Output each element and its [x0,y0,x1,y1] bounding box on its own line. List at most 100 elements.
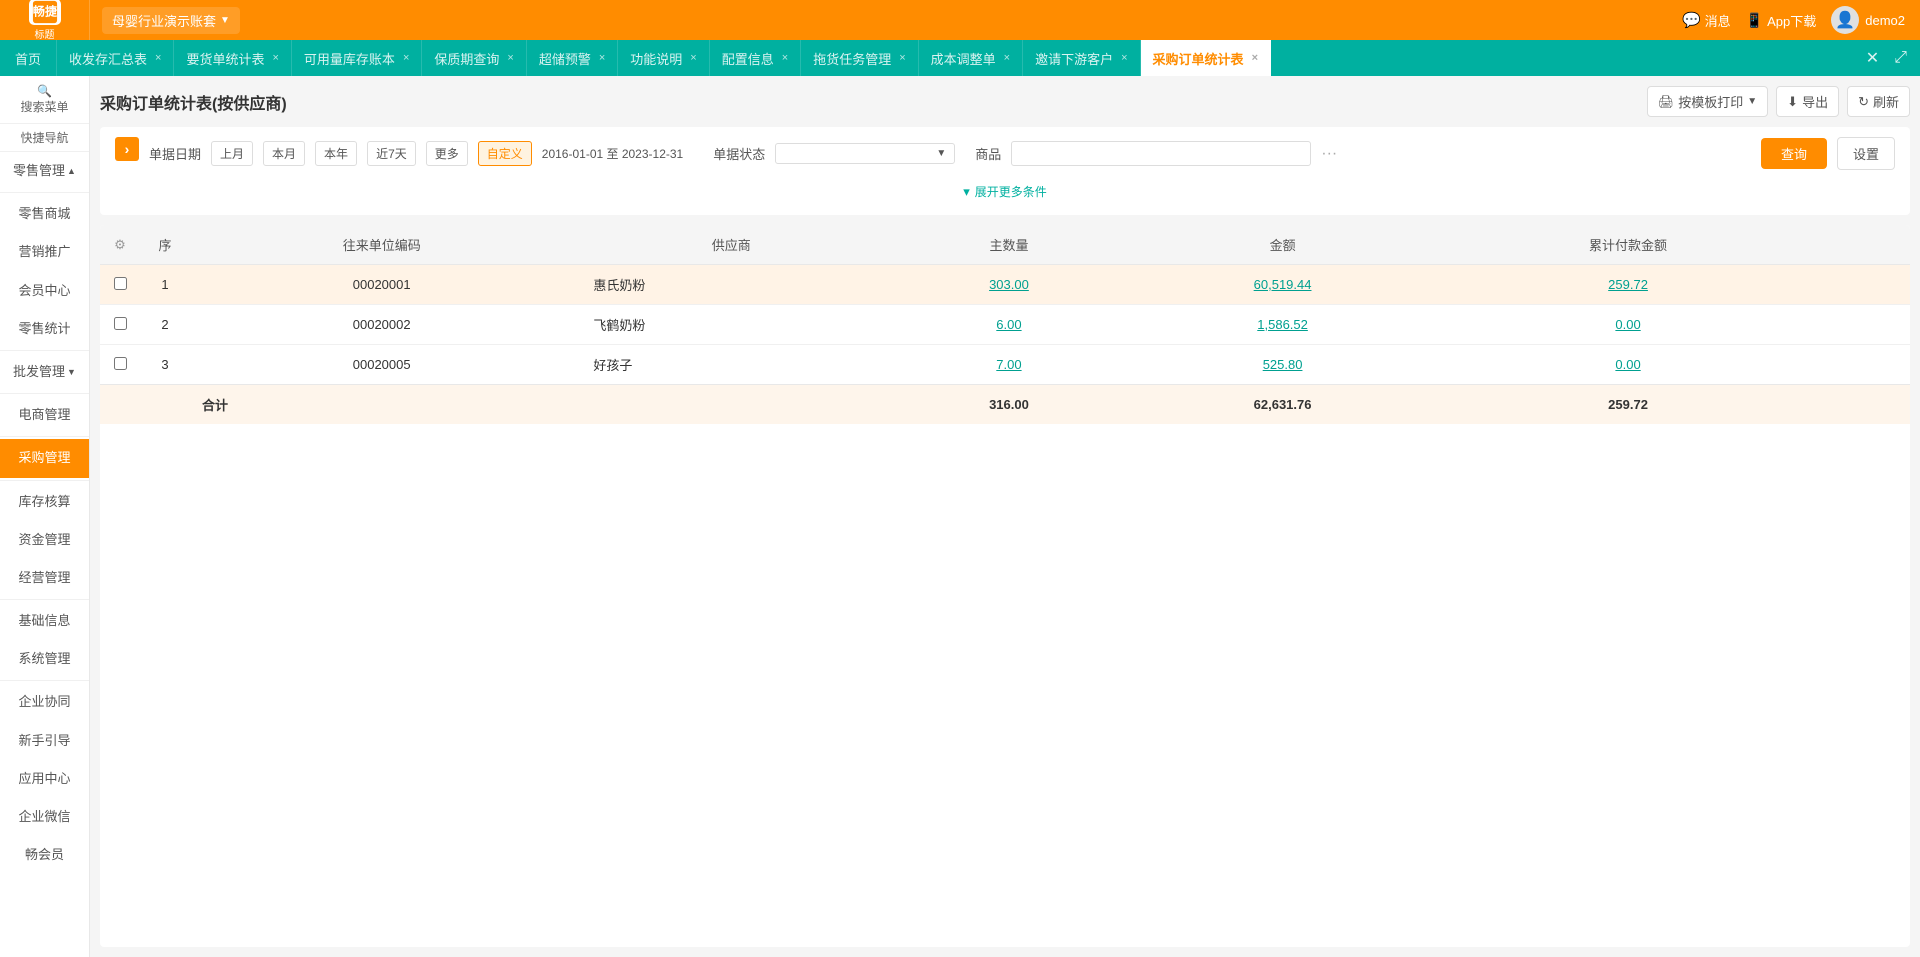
row-checkbox[interactable] [100,265,140,305]
sidebar-item-retail[interactable]: 零售管理 ▲ [0,152,89,190]
close-icon[interactable]: × [1121,52,1127,64]
chevron-icon: ▲ [67,165,76,178]
close-icon[interactable]: × [1004,52,1010,64]
date-btn-this-month[interactable]: 本月 [263,141,305,166]
sidebar-item-basic[interactable]: 基础信息 [0,602,89,640]
sidebar-item-collab[interactable]: 企业协同 [0,683,89,721]
sidebar-item-stock[interactable]: 库存核算 [0,483,89,521]
sidebar-item-retail-mall[interactable]: 零售商城 [0,195,89,233]
user-avatar[interactable]: 👤 demo2 [1831,6,1905,34]
tab-yaohuoDan[interactable]: 要货单统计表 × [174,40,291,76]
tab-chaochuyujing[interactable]: 超储预警 × [527,40,618,76]
search-label: 查询 [1781,147,1807,162]
row-amount[interactable]: 525.80 [1129,345,1437,385]
setting-label: 设置 [1853,147,1879,162]
sidebar-item-retail-stat[interactable]: 零售统计 [0,310,89,348]
search-button[interactable]: 查询 [1761,138,1827,169]
row-paid[interactable]: 259.72 [1436,265,1819,305]
maximize-icon[interactable]: ⤢ [1889,47,1912,69]
tab-gongneng[interactable]: 功能说明 × [618,40,709,76]
topbar: 畅捷 标题 母婴行业演示账套 ▼ 💬 消息 📱 App下载 👤 demo2 [0,0,1920,40]
sidebar-item-purchase[interactable]: 采购管理 [0,439,89,477]
chevron-down-icon: ▼ [220,15,230,26]
row-checkbox[interactable] [100,305,140,345]
filter-area: › 单据日期 上月 本月 本年 近7天 更多 自定义 2016-01-01 至 … [100,127,1910,215]
row-quantity[interactable]: 6.00 [889,305,1129,345]
sidebar-search[interactable]: 🔍 搜索菜单 [0,76,89,124]
setting-button[interactable]: 设置 [1837,137,1895,170]
sidebar-item-wholesale[interactable]: 批发管理 ▼ [0,353,89,391]
sidebar-item-member[interactable]: 会员中心 [0,272,89,310]
row-paid[interactable]: 0.00 [1436,305,1819,345]
goods-input[interactable] [1011,141,1311,166]
close-icon[interactable]: × [155,52,161,64]
table-row: 1 00020001 惠氏奶粉 303.00 60,519.44 259.72 [100,265,1910,305]
close-icon[interactable]: × [272,52,278,64]
row-amount[interactable]: 1,586.52 [1129,305,1437,345]
close-icon[interactable]: × [1252,52,1258,64]
sidebar-item-newguide[interactable]: 新手引导 [0,722,89,760]
tab-label: 要货单统计表 [186,49,264,68]
tab-label: 保质期查询 [434,49,499,68]
close-icon[interactable]: × [899,52,905,64]
sidebar-item-finance[interactable]: 资金管理 [0,521,89,559]
sidebar-item-ecommerce[interactable]: 电商管理 [0,396,89,434]
row-paid[interactable]: 0.00 [1436,345,1819,385]
filter-toggle-btn[interactable]: › [115,137,139,161]
logo-icon: 畅捷 [29,0,61,25]
close-icon[interactable]: × [690,52,696,64]
tab-peizhi[interactable]: 配置信息 × [710,40,801,76]
col-settings[interactable]: ⚙ [100,225,140,265]
tab-keyongliang[interactable]: 可用量库存账本 × [292,40,422,76]
close-icon[interactable]: × [599,52,605,64]
print-button[interactable]: 🖨 按模板打印 ▼ [1647,86,1768,117]
expand-btn[interactable]: ▾ 展开更多条件 [958,178,1052,205]
sidebar-item-label: 会员中心 [18,283,70,298]
tab-chengben[interactable]: 成本调整单 × [919,40,1023,76]
row-extra [1820,345,1910,385]
tab-baozhi[interactable]: 保质期查询 × [422,40,526,76]
app-download-btn[interactable]: 📱 App下载 [1746,11,1817,30]
status-select[interactable]: ▼ [775,143,955,164]
tab-caigoudan[interactable]: 采购订单统计表 × [1141,40,1271,76]
sidebar-quick-nav[interactable]: 快捷导航 [0,124,89,152]
sidebar-item-appcenter[interactable]: 应用中心 [0,760,89,798]
row-supplier-code: 00020002 [190,305,573,345]
avatar-icon: 👤 [1835,10,1855,30]
close-icon[interactable]: × [403,52,409,64]
tab-shofaHuizong[interactable]: 收发存汇总表 × [57,40,174,76]
row-supplier-code: 00020005 [190,345,573,385]
messages-btn[interactable]: 💬 消息 [1682,11,1731,30]
sidebar-item-marketing[interactable]: 营销推广 [0,233,89,271]
refresh-button[interactable]: ↻ 刷新 [1847,86,1910,117]
goods-label: 商品 [975,144,1001,163]
sidebar-item-label: 批发管理 [13,363,65,381]
date-btn-7days[interactable]: 近7天 [367,141,416,166]
sidebar-item-vip[interactable]: 畅会员 [0,836,89,874]
tab-home[interactable]: 首页 [0,40,57,76]
tab-yaoqing[interactable]: 邀请下游客户 × [1023,40,1140,76]
more-icon[interactable]: ··· [1321,145,1337,163]
settings-icon[interactable]: ⚙ [114,237,126,252]
printer-icon: 🖨 [1658,94,1675,110]
date-range: 2016-01-01 至 2023-12-31 [542,145,683,162]
sidebar-item-system[interactable]: 系统管理 [0,640,89,678]
sidebar: 🔍 搜索菜单 快捷导航 零售管理 ▲ 零售商城 营销推广 会员中心 零售统计 批… [0,76,90,957]
dropdown-account[interactable]: 母婴行业演示账套 ▼ [102,7,240,34]
close-icon[interactable]: × [782,52,788,64]
date-btn-this-year[interactable]: 本年 [315,141,357,166]
row-quantity[interactable]: 7.00 [889,345,1129,385]
sidebar-item-wechat[interactable]: 企业微信 [0,798,89,836]
date-btn-more[interactable]: 更多 [426,141,468,166]
tab-tuohuo[interactable]: 拖货任务管理 × [801,40,918,76]
row-checkbox[interactable] [100,345,140,385]
close-all-icon[interactable]: ✕ [1861,46,1884,70]
sidebar-item-label: 系统管理 [18,651,70,666]
print-label: 按模板打印 [1678,92,1743,111]
date-btn-last-month[interactable]: 上月 [211,141,253,166]
row-quantity[interactable]: 303.00 [889,265,1129,305]
sidebar-item-operation[interactable]: 经营管理 [0,559,89,597]
row-amount[interactable]: 60,519.44 [1129,265,1437,305]
export-button[interactable]: ⬇ 导出 [1776,86,1839,117]
close-icon[interactable]: × [507,52,513,64]
